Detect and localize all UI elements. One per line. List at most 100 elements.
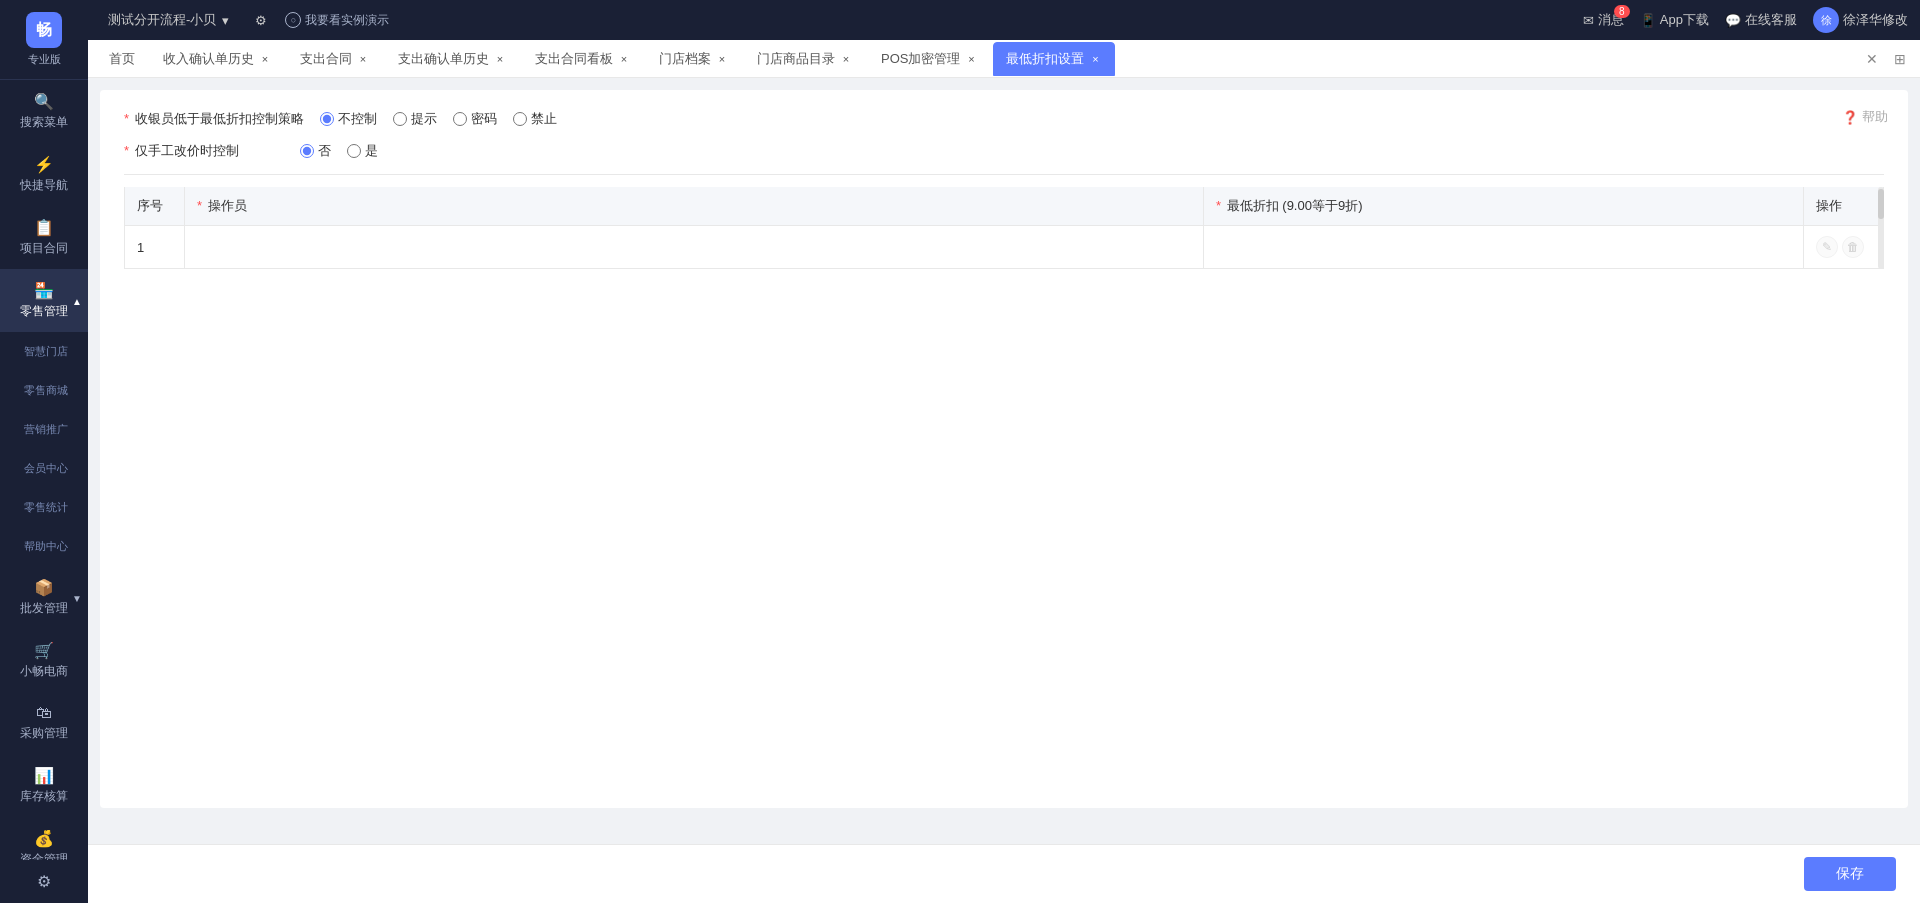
row-edit-btn[interactable]: ✎	[1816, 236, 1838, 258]
sidebar-menu: 🔍 搜索菜单 ⚡ 快捷导航 📋 项目合同 🏪 零售管理 ▲ 智慧门店 零售商城 …	[0, 80, 88, 860]
sidebar-item-shortcut[interactable]: ⚡ 快捷导航	[0, 143, 88, 206]
policy-option-forbid[interactable]: 禁止	[513, 110, 557, 128]
tab-payment-confirm[interactable]: 支出确认单历史 ×	[385, 42, 520, 76]
manual-option-yes-label: 是	[365, 142, 378, 160]
policy-radio-forbid[interactable]	[513, 112, 527, 126]
policy-option-no-control[interactable]: 不控制	[320, 110, 377, 128]
tabbar: 首页 收入确认单历史 × 支出合同 × 支出确认单历史 × 支出合同看板 × 门…	[88, 40, 1920, 78]
sidebar-item-member[interactable]: 会员中心	[0, 449, 88, 488]
tab-store-goods[interactable]: 门店商品目录 ×	[744, 42, 866, 76]
sidebar-item-retail[interactable]: 🏪 零售管理 ▲	[0, 269, 88, 332]
table-scrollbar-thumb[interactable]	[1878, 189, 1884, 219]
tab-income-history-close[interactable]: ×	[258, 52, 272, 66]
sidebar-item-marketing[interactable]: 营销推广	[0, 410, 88, 449]
topbar-messages[interactable]: ✉ 消息 8	[1583, 11, 1624, 29]
help-button[interactable]: ❓ 帮助	[1842, 108, 1888, 126]
topbar-settings[interactable]: ⚙	[249, 9, 273, 32]
tab-min-discount-close[interactable]: ×	[1088, 52, 1102, 66]
topbar-user[interactable]: 徐 徐泽华修改	[1813, 7, 1908, 33]
sidebar-item-wholesale[interactable]: 📦 批发管理 ▼	[0, 566, 88, 629]
sidebar-item-search[interactable]: 🔍 搜索菜单	[0, 80, 88, 143]
tab-min-discount[interactable]: 最低折扣设置 ×	[993, 42, 1115, 76]
purchase-icon: 🛍	[36, 704, 52, 722]
sidebar-item-smart-store-label: 智慧门店	[24, 344, 68, 359]
sidebar-item-retail-mall[interactable]: 零售商城	[0, 371, 88, 410]
main-area: 测试分开流程-小贝 ▾ ⚙ ○ 我要看实例演示 ✉ 消息 8 📱 App下载 💬…	[88, 0, 1920, 903]
sidebar-item-purchase[interactable]: 🛍 采购管理	[0, 692, 88, 754]
tab-pos-password[interactable]: POS加密管理 ×	[868, 42, 991, 76]
sidebar-item-help-label: 帮助中心	[24, 539, 68, 554]
sidebar-item-finance-label: 资金管理	[20, 851, 68, 860]
topbar-online-service-label: 在线客服	[1745, 11, 1797, 29]
app-download-icon: 📱	[1640, 13, 1656, 28]
tab-store-archive-label: 门店档案	[659, 50, 711, 68]
tab-pos-password-label: POS加密管理	[881, 50, 960, 68]
th-discount: * 最低折扣 (9.00等于9折)	[1204, 187, 1804, 226]
tab-more-btn[interactable]: ⊞	[1888, 47, 1912, 71]
tab-income-history[interactable]: 收入确认单历史 ×	[150, 42, 285, 76]
manual-control-label: * 仅手工改价时控制	[124, 142, 284, 160]
help-label: 帮助	[1862, 108, 1888, 126]
policy-radio-no-control[interactable]	[320, 112, 334, 126]
manual-radio-yes[interactable]	[347, 144, 361, 158]
form-divider	[124, 174, 1884, 175]
td-operator	[185, 226, 1204, 269]
policy-option-password-label: 密码	[471, 110, 497, 128]
tab-min-discount-label: 最低折扣设置	[1006, 50, 1084, 68]
policy-radio-remind[interactable]	[393, 112, 407, 126]
policy-option-remind[interactable]: 提示	[393, 110, 437, 128]
tab-payment-contract[interactable]: 支出合同 ×	[287, 42, 383, 76]
policy-option-remind-label: 提示	[411, 110, 437, 128]
sidebar-item-help[interactable]: 帮助中心	[0, 527, 88, 566]
sidebar: 畅 专业版 🔍 搜索菜单 ⚡ 快捷导航 📋 项目合同 🏪 零售管理 ▲ 智慧门店	[0, 0, 88, 903]
tab-payment-board[interactable]: 支出合同看板 ×	[522, 42, 644, 76]
policy-label: * 收银员低于最低折扣控制策略	[124, 110, 304, 128]
sidebar-item-inventory[interactable]: 📊 库存核算	[0, 754, 88, 817]
topbar-online-service[interactable]: 💬 在线客服	[1725, 11, 1797, 29]
th-discount-label: 最低折扣 (9.00等于9折)	[1227, 198, 1363, 213]
policy-option-password[interactable]: 密码	[453, 110, 497, 128]
tab-payment-board-close[interactable]: ×	[617, 52, 631, 66]
topbar-project-selector[interactable]: 测试分开流程-小贝 ▾	[100, 7, 237, 33]
sidebar-item-finance[interactable]: 💰 资金管理	[0, 817, 88, 860]
save-button[interactable]: 保存	[1804, 857, 1896, 891]
tab-store-goods-close[interactable]: ×	[839, 52, 853, 66]
manual-control-radio-group: 否 是	[300, 142, 378, 160]
page-card: ❓ 帮助 * 收银员低于最低折扣控制策略 不控制 提示	[100, 90, 1908, 808]
topbar-app-download[interactable]: 📱 App下载	[1640, 11, 1709, 29]
manual-option-no-label: 否	[318, 142, 331, 160]
sidebar-item-project-label: 项目合同	[20, 240, 68, 257]
row-delete-btn[interactable]: 🗑	[1842, 236, 1864, 258]
policy-radio-password[interactable]	[453, 112, 467, 126]
manual-option-yes[interactable]: 是	[347, 142, 378, 160]
tab-payment-confirm-close[interactable]: ×	[493, 52, 507, 66]
manual-option-no[interactable]: 否	[300, 142, 331, 160]
demo-circle-icon: ○	[285, 12, 301, 28]
tab-pos-password-close[interactable]: ×	[964, 52, 978, 66]
sidebar-item-project[interactable]: 📋 项目合同	[0, 206, 88, 269]
row-seq-value: 1	[137, 240, 144, 255]
tab-payment-contract-close[interactable]: ×	[356, 52, 370, 66]
tab-home-label: 首页	[109, 50, 135, 68]
tab-close-all-btn[interactable]: ✕	[1860, 47, 1884, 71]
footer-bar: 保存	[88, 844, 1920, 903]
sidebar-item-retail-stats[interactable]: 零售统计	[0, 488, 88, 527]
tab-store-archive[interactable]: 门店档案 ×	[646, 42, 742, 76]
tab-home[interactable]: 首页	[96, 42, 148, 76]
sidebar-item-smart-store[interactable]: 智慧门店	[0, 332, 88, 371]
tab-store-archive-close[interactable]: ×	[715, 52, 729, 66]
sidebar-item-ecommerce[interactable]: 🛒 小畅电商	[0, 629, 88, 692]
retail-sub-arrow: ▲	[72, 295, 82, 306]
tab-payment-contract-label: 支出合同	[300, 50, 352, 68]
policy-form-row: * 收银员低于最低折扣控制策略 不控制 提示 密码	[124, 110, 1884, 128]
topbar-demo[interactable]: ○ 我要看实例演示	[285, 12, 389, 29]
tab-payment-board-label: 支出合同看板	[535, 50, 613, 68]
sidebar-settings-icon[interactable]: ⚙	[25, 860, 63, 903]
th-operator-required: *	[197, 198, 202, 213]
sidebar-item-inventory-label: 库存核算	[20, 788, 68, 805]
td-discount	[1204, 226, 1804, 269]
tab-store-goods-label: 门店商品目录	[757, 50, 835, 68]
manual-radio-no[interactable]	[300, 144, 314, 158]
topbar-app-download-label: App下载	[1660, 11, 1709, 29]
th-action-label: 操作	[1816, 198, 1842, 213]
